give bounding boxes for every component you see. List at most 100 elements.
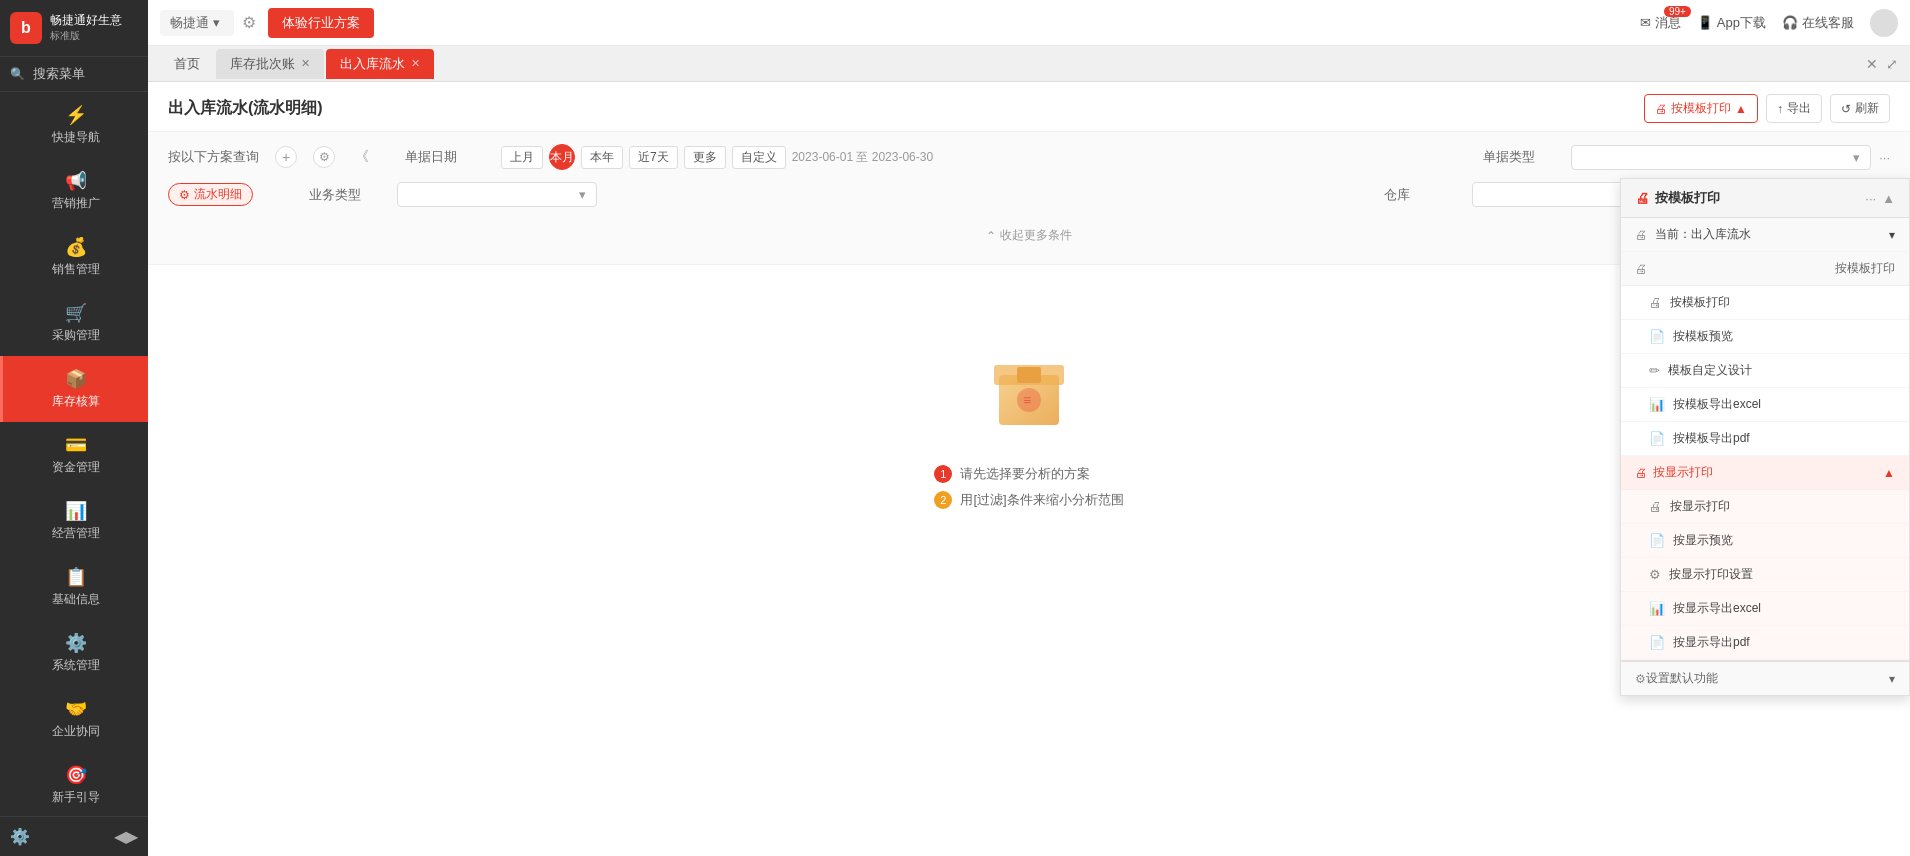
sidebar-item-purchase[interactable]: 🛒 采购管理 — [0, 290, 148, 356]
template-customize-item[interactable]: ✏ 模板自定义设计 — [1621, 354, 1909, 388]
template-export-pdf-item[interactable]: 📄 按模板导出pdf — [1621, 422, 1909, 456]
page-title: 出入库流水(流水明细) — [168, 98, 323, 119]
date-last-month[interactable]: 上月 — [501, 146, 543, 169]
filter-add-btn[interactable]: + — [275, 146, 297, 168]
template-excel-icon: 📊 — [1649, 397, 1665, 412]
tab-home[interactable]: 首页 — [160, 49, 214, 79]
sidebar-search[interactable]: 🔍 搜索菜单 — [0, 57, 148, 92]
export-btn[interactable]: ↑ 导出 — [1766, 94, 1822, 123]
sidebar-item-basic[interactable]: 📋 基础信息 — [0, 554, 148, 620]
print-btn[interactable]: 🖨 按模板打印 ▲ — [1644, 94, 1758, 123]
date-options: 上月 本月 本年 近7天 更多 自定义 2023-06-01 至 2023-06… — [501, 144, 933, 170]
dropdown-display-section-header[interactable]: 🖨 按显示打印 ▲ — [1621, 456, 1909, 490]
voucher-type-dropdown-icon: ▾ — [1853, 150, 1860, 165]
sidebar-logo: b 畅捷通好生意 标准版 — [0, 0, 148, 57]
date-current-month[interactable]: 本月 — [549, 144, 575, 170]
dropdown-current-item[interactable]: 🖨 当前：出入库流水 ▾ — [1621, 218, 1909, 252]
step-num-1: 1 — [934, 465, 952, 483]
window-close-btn[interactable]: ✕ — [1866, 56, 1878, 72]
sidebar-nav: ⚡ 快捷导航 📢 营销推广 💰 销售管理 🛒 采购管理 📦 库存核算 💳 资金管… — [0, 92, 148, 816]
content-area: 出入库流水(流水明细) 🖨 按模板打印 ▲ ↑ 导出 ↺ 刷新 — [148, 82, 1910, 856]
window-expand-btn[interactable]: ⤢ — [1886, 56, 1898, 72]
date-custom[interactable]: 自定义 — [732, 146, 786, 169]
app-label: App下载 — [1717, 14, 1766, 32]
system-icon: ⚙️ — [65, 632, 87, 654]
display-preview-item[interactable]: 📄 按显示预览 — [1621, 524, 1909, 558]
voucher-type-label: 单据类型 — [1483, 148, 1563, 166]
voucher-type-select[interactable]: ▾ — [1571, 145, 1871, 170]
date-this-year[interactable]: 本年 — [581, 146, 623, 169]
user-avatar[interactable] — [1870, 9, 1898, 37]
display-pdf-label: 按显示导出pdf — [1673, 634, 1750, 651]
sidebar-item-quick-nav[interactable]: ⚡ 快捷导航 — [0, 92, 148, 158]
search-label: 搜索菜单 — [33, 65, 85, 83]
sidebar-item-guide[interactable]: 🎯 新手引导 — [0, 752, 148, 816]
collapse-label: 收起更多条件 — [1000, 227, 1072, 244]
tab-flow[interactable]: 出入库流水 ✕ — [326, 49, 434, 79]
msg-icon: ✉ — [1640, 15, 1651, 30]
template-preview-item[interactable]: 📄 按模板预览 — [1621, 320, 1909, 354]
service-btn[interactable]: 🎧 在线客服 — [1782, 14, 1854, 32]
topbar-gear-icon[interactable]: ⚙ — [242, 13, 256, 32]
filter-settings-btn[interactable]: ⚙ — [313, 146, 335, 168]
collapse-sidebar-icon[interactable]: ◀▶ — [114, 827, 138, 846]
topbar: 畅捷通 ▾ ⚙ 体验行业方案 ✉ 消息 99+ 📱 App下载 🎧 在线客服 — [148, 0, 1910, 46]
dropdown-template-section-header[interactable]: 🖨 按模板打印 — [1621, 252, 1909, 286]
template-print-item[interactable]: 🖨 按模板打印 — [1621, 286, 1909, 320]
workspace-selector[interactable]: 畅捷通 ▾ — [160, 10, 234, 36]
sidebar-item-system[interactable]: ⚙️ 系统管理 — [0, 620, 148, 686]
date-more[interactable]: 更多 — [684, 146, 726, 169]
display-print-settings-item[interactable]: ⚙ 按显示打印设置 — [1621, 558, 1909, 592]
filter-row-1: 按以下方案查询 + ⚙ 《 单据日期 上月 本月 本年 近7天 更多 自定义 2… — [168, 144, 1890, 170]
dropdown-default-section[interactable]: ⚙ 设置默认功能 ▾ — [1621, 661, 1909, 695]
tab-home-label: 首页 — [174, 55, 200, 73]
filter-collapse-btn[interactable]: 《 — [355, 148, 369, 166]
sidebar-item-label: 快捷导航 — [52, 129, 100, 146]
tab-batch-account[interactable]: 库存批次账 ✕ — [216, 49, 324, 79]
sidebar-item-inventory[interactable]: 📦 库存核算 — [0, 356, 148, 422]
msg-btn[interactable]: ✉ 消息 99+ — [1640, 14, 1681, 32]
svg-rect-2 — [1017, 367, 1041, 383]
msg-badge: 99+ — [1664, 6, 1691, 17]
display-print-icon: 🖨 — [1649, 499, 1662, 514]
dropdown-dots-icon[interactable]: ··· — [1865, 191, 1876, 206]
settings-bottom-icon[interactable]: ⚙️ — [10, 827, 30, 846]
logo-icon: b — [10, 12, 42, 44]
filter-tags: ⚙ 流水明细 — [168, 183, 253, 206]
display-print-label: 按显示打印 — [1670, 498, 1730, 515]
display-settings-label: 按显示打印设置 — [1669, 566, 1753, 583]
sidebar-item-operations[interactable]: 📊 经营管理 — [0, 488, 148, 554]
sidebar-item-corp[interactable]: 🤝 企业协同 — [0, 686, 148, 752]
voucher-type-more-icon[interactable]: ··· — [1879, 150, 1890, 165]
default-section-arrow: ▾ — [1889, 672, 1895, 686]
sidebar-item-sales[interactable]: 💰 销售管理 — [0, 224, 148, 290]
template-export-excel-item[interactable]: 📊 按模板导出excel — [1621, 388, 1909, 422]
display-section-icon: 🖨 — [1635, 466, 1647, 480]
template-preview-icon: 📄 — [1649, 329, 1665, 344]
date-7days[interactable]: 近7天 — [629, 146, 678, 169]
sidebar-item-finance[interactable]: 💳 资金管理 — [0, 422, 148, 488]
refresh-label: 刷新 — [1855, 100, 1879, 117]
display-print-item[interactable]: 🖨 按显示打印 — [1621, 490, 1909, 524]
template-section-label: 按模板打印 — [1835, 260, 1895, 277]
svg-text:≡: ≡ — [1023, 392, 1031, 408]
empty-step-2: 2 用[过滤]条件来缩小分析范围 — [934, 491, 1123, 509]
tab-batch-close[interactable]: ✕ — [301, 57, 310, 70]
tabs-bar: 首页 库存批次账 ✕ 出入库流水 ✕ ✕ ⤢ — [148, 46, 1910, 82]
display-export-pdf-item[interactable]: 📄 按显示导出pdf — [1621, 626, 1909, 660]
logo-subtitle: 标准版 — [50, 29, 122, 43]
display-export-excel-item[interactable]: 📊 按显示导出excel — [1621, 592, 1909, 626]
current-icon: 🖨 — [1635, 228, 1647, 242]
app-download-btn[interactable]: 📱 App下载 — [1697, 14, 1766, 32]
refresh-btn[interactable]: ↺ 刷新 — [1830, 94, 1890, 123]
sidebar-item-label: 企业协同 — [52, 723, 100, 740]
service-icon: 🎧 — [1782, 15, 1798, 30]
dropdown-collapse-icon[interactable]: ▲ — [1882, 191, 1895, 206]
template-print-label: 按模板打印 — [1670, 294, 1730, 311]
industry-btn[interactable]: 体验行业方案 — [268, 8, 374, 38]
dropdown-title: 🖨 按模板打印 — [1635, 189, 1720, 207]
biz-type-select[interactable]: ▾ — [397, 182, 597, 207]
tab-flow-close[interactable]: ✕ — [411, 57, 420, 70]
default-section-icon: ⚙ — [1635, 672, 1646, 686]
sidebar-item-marketing[interactable]: 📢 营销推广 — [0, 158, 148, 224]
